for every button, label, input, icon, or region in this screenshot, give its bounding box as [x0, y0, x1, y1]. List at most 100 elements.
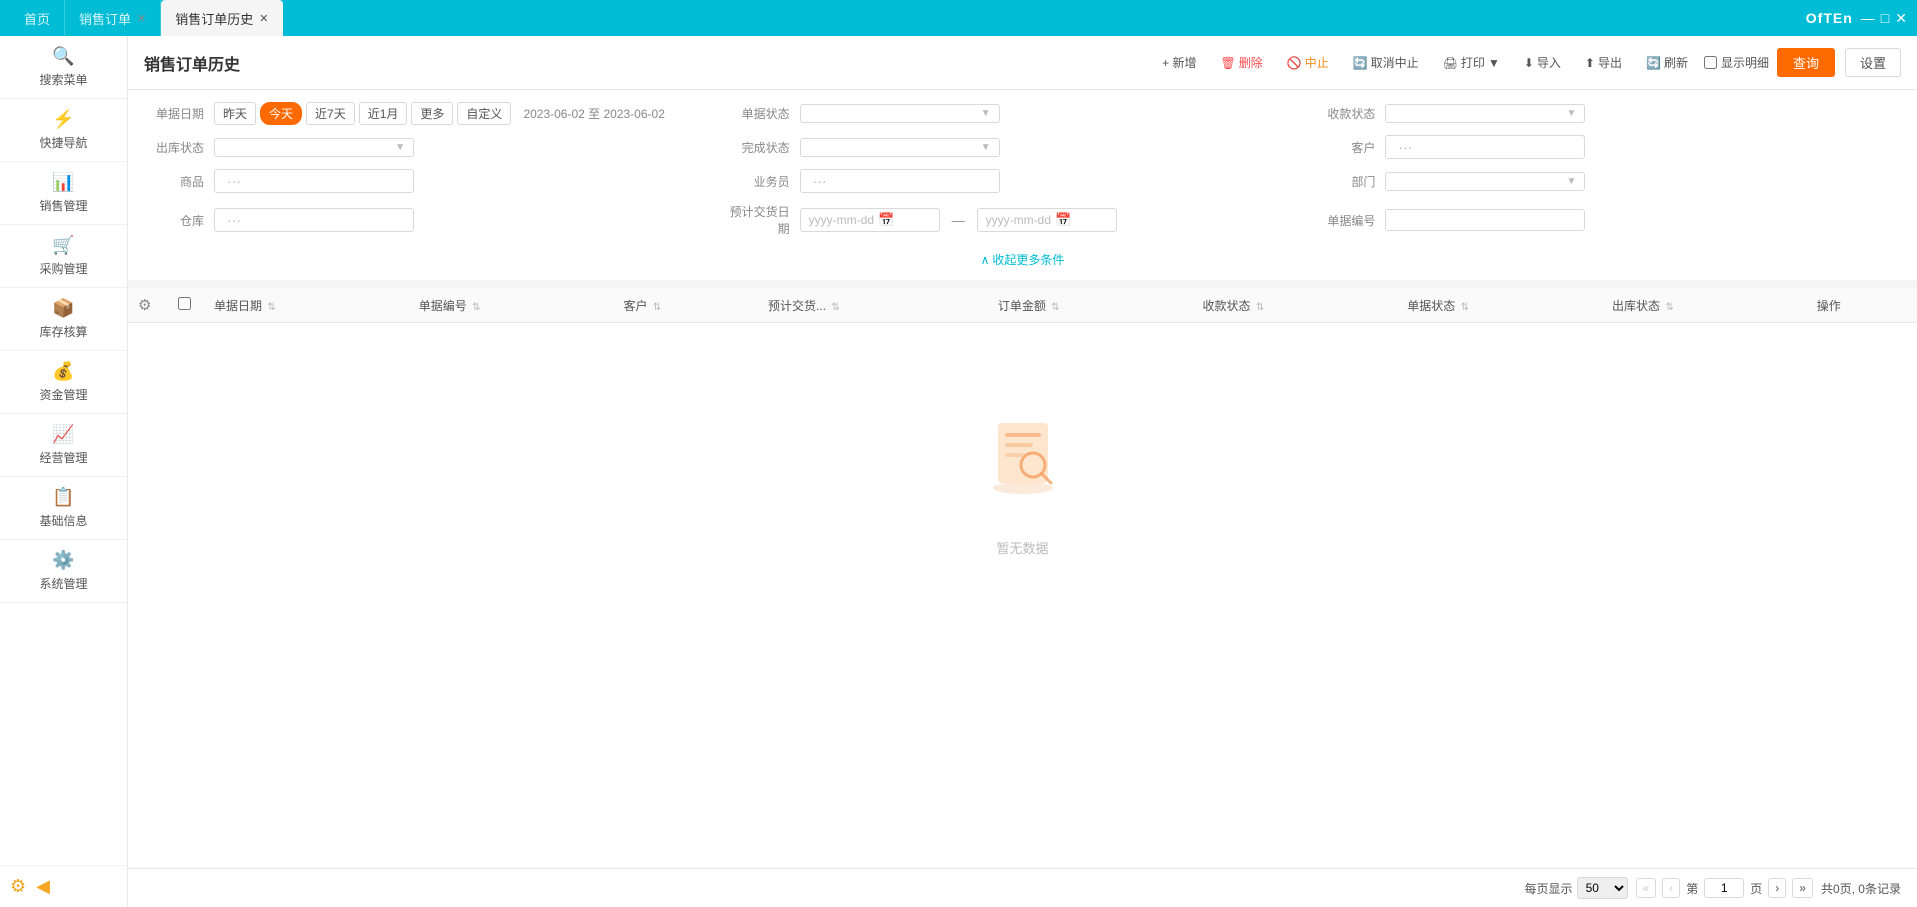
import-button[interactable]: ⬇ 导入 [1516, 50, 1569, 75]
payment-status-arrow: ▼ [1566, 108, 1576, 119]
print-button[interactable]: 🖨 打印 ▼ [1435, 50, 1508, 75]
table-header-row: ⚙ 单据日期 ⇅ 单据编号 ⇅ [128, 288, 1917, 323]
salesperson-dots[interactable]: ··· [813, 173, 827, 189]
table-gear-icon[interactable]: ⚙ [138, 297, 151, 314]
refresh-text: 刷新 [1664, 54, 1688, 71]
sidebar-collapse-icon[interactable]: ◀ [36, 876, 50, 897]
col-amount[interactable]: 订单金额 ⇅ [988, 288, 1193, 323]
data-table: ⚙ 单据日期 ⇅ 单据编号 ⇅ [128, 288, 1917, 637]
prev-page-button[interactable]: ‹ [1662, 878, 1680, 898]
col-customer[interactable]: 客户 ⇅ [613, 288, 758, 323]
salesperson-select[interactable]: ··· [800, 169, 1000, 193]
stop-text: 中止 [1305, 54, 1329, 71]
col-payment-status[interactable]: 收款状态 ⇅ [1193, 288, 1398, 323]
filter-section: 单据日期 昨天 今天 近7天 近1月 更多 自定义 2023-06-02 至 2… [128, 90, 1917, 280]
stop-button[interactable]: 🚫 中止 [1279, 50, 1337, 75]
inventory-icon: 📦 [52, 298, 74, 319]
goods-dots[interactable]: ··· [227, 173, 241, 189]
expected-date-end-input[interactable]: yyyy-mm-dd 📅 [977, 208, 1117, 232]
sidebar-item-base-info[interactable]: 📋 基础信息 [0, 477, 127, 540]
refresh-button[interactable]: 🔄 刷新 [1638, 50, 1696, 75]
col-no[interactable]: 单据编号 ⇅ [409, 288, 614, 323]
close-button[interactable]: ✕ [1895, 10, 1907, 27]
col-customer-sort: ⇅ [653, 302, 661, 313]
date-btn-today[interactable]: 今天 [260, 102, 302, 125]
order-no-value [1385, 209, 1901, 231]
date-btn-more[interactable]: 更多 [411, 102, 453, 125]
payment-status-select[interactable]: ▼ [1385, 104, 1585, 123]
sys-mgmt-icon: ⚙️ [52, 550, 74, 571]
date-btn-custom[interactable]: 自定义 [457, 102, 511, 125]
maximize-button[interactable]: □ [1881, 10, 1889, 27]
expected-date-label: 预计交货日期 [730, 203, 800, 237]
col-order-status[interactable]: 单据状态 ⇅ [1397, 288, 1602, 323]
sidebar-item-finance[interactable]: 💰 资金管理 [0, 351, 127, 414]
sidebar-item-operation[interactable]: 📈 经营管理 [0, 414, 127, 477]
tab-sales-order[interactable]: 销售订单 ✕ [65, 0, 161, 36]
minimize-button[interactable]: — [1861, 10, 1875, 27]
tab-home[interactable]: 首页 [10, 0, 65, 36]
tab-sales-order-close[interactable]: ✕ [137, 12, 146, 25]
expected-date-value: yyyy-mm-dd 📅 — yyyy-mm-dd 📅 [800, 208, 1316, 232]
cancel-stop-button[interactable]: 🔄 取消中止 [1345, 50, 1427, 75]
export-text: 导出 [1598, 54, 1622, 71]
sidebar-item-purchase-mgmt-label: 采购管理 [39, 260, 87, 277]
collapse-link[interactable]: ∧ 收起更多条件 [981, 251, 1065, 268]
display-toggle[interactable]: 显示明细 [1704, 54, 1769, 71]
page-size-dropdown[interactable]: 10 20 50 100 [1577, 877, 1628, 899]
empty-illustration [973, 403, 1073, 522]
customer-dots[interactable]: ··· [1398, 139, 1412, 155]
filter-row-goods: 商品 ··· 业务员 ··· 部门 [144, 169, 1901, 193]
order-no-label: 单据编号 [1315, 212, 1385, 229]
dept-arrow: ▼ [1566, 176, 1576, 187]
outbound-status-select[interactable]: ▼ [214, 138, 414, 157]
app-logo: OfTEn [1806, 10, 1853, 26]
sidebar-item-quick-nav[interactable]: ⚡ 快捷导航 [0, 99, 127, 162]
display-toggle-checkbox[interactable] [1704, 56, 1717, 69]
date-btn-7days[interactable]: 近7天 [306, 102, 355, 125]
salesperson-value: ··· [800, 169, 1316, 193]
page-label-prefix: 第 [1686, 880, 1698, 897]
date-btn-1month[interactable]: 近1月 [359, 102, 408, 125]
query-button[interactable]: 查询 [1777, 48, 1835, 77]
goods-select[interactable]: ··· [214, 169, 414, 193]
col-outbound-status[interactable]: 出库状态 ⇅ [1602, 288, 1807, 323]
order-no-input[interactable] [1385, 209, 1585, 231]
sidebar-item-quick-nav-label: 快捷导航 [39, 134, 87, 151]
new-button[interactable]: + 新增 [1154, 50, 1204, 75]
warehouse-dots[interactable]: ··· [227, 212, 241, 228]
sidebar-item-search-menu[interactable]: 🔍 搜索菜单 [0, 36, 127, 99]
date-btn-yesterday[interactable]: 昨天 [214, 102, 256, 125]
sidebar-item-purchase-mgmt[interactable]: 🛒 采购管理 [0, 225, 127, 288]
display-toggle-label: 显示明细 [1721, 54, 1769, 71]
tab-sales-history-close[interactable]: ✕ [259, 12, 268, 25]
expected-date-start-cal-icon: 📅 [878, 212, 894, 228]
col-date[interactable]: 单据日期 ⇅ [204, 288, 409, 323]
warehouse-select[interactable]: ··· [214, 208, 414, 232]
dept-select[interactable]: ▼ [1385, 172, 1585, 191]
col-expected[interactable]: 预计交货... ⇅ [758, 288, 988, 323]
sidebar-item-sales-mgmt[interactable]: 📊 销售管理 [0, 162, 127, 225]
customer-select[interactable]: ··· [1385, 135, 1585, 159]
table-select-all[interactable] [178, 297, 191, 310]
complete-status-select[interactable]: ▼ [800, 138, 1000, 157]
import-text: 导入 [1537, 54, 1561, 71]
delete-text: 删除 [1239, 54, 1263, 71]
sidebar-item-base-info-label: 基础信息 [39, 512, 87, 529]
order-status-select[interactable]: ▼ [800, 104, 1000, 123]
sidebar-settings-icon[interactable]: ⚙ [10, 876, 26, 897]
next-page-button[interactable]: › [1768, 878, 1786, 898]
delete-button[interactable]: 🗑 删除 [1213, 50, 1271, 75]
tab-sales-history[interactable]: 销售订单历史 ✕ [161, 0, 283, 36]
expected-date-start-input[interactable]: yyyy-mm-dd 📅 [800, 208, 940, 232]
setting-button[interactable]: 设置 [1845, 48, 1901, 77]
collapse-arrow: ∧ [981, 253, 990, 267]
tab-sales-order-label: 销售订单 [79, 9, 131, 28]
sidebar-item-inventory[interactable]: 📦 库存核算 [0, 288, 127, 351]
page-number-input[interactable] [1704, 878, 1744, 898]
goods-label: 商品 [144, 173, 214, 190]
export-button[interactable]: ⬆ 导出 [1577, 50, 1630, 75]
last-page-button[interactable]: » [1792, 878, 1813, 898]
first-page-button[interactable]: « [1636, 878, 1657, 898]
sidebar-item-sys-mgmt[interactable]: ⚙️ 系统管理 [0, 540, 127, 603]
